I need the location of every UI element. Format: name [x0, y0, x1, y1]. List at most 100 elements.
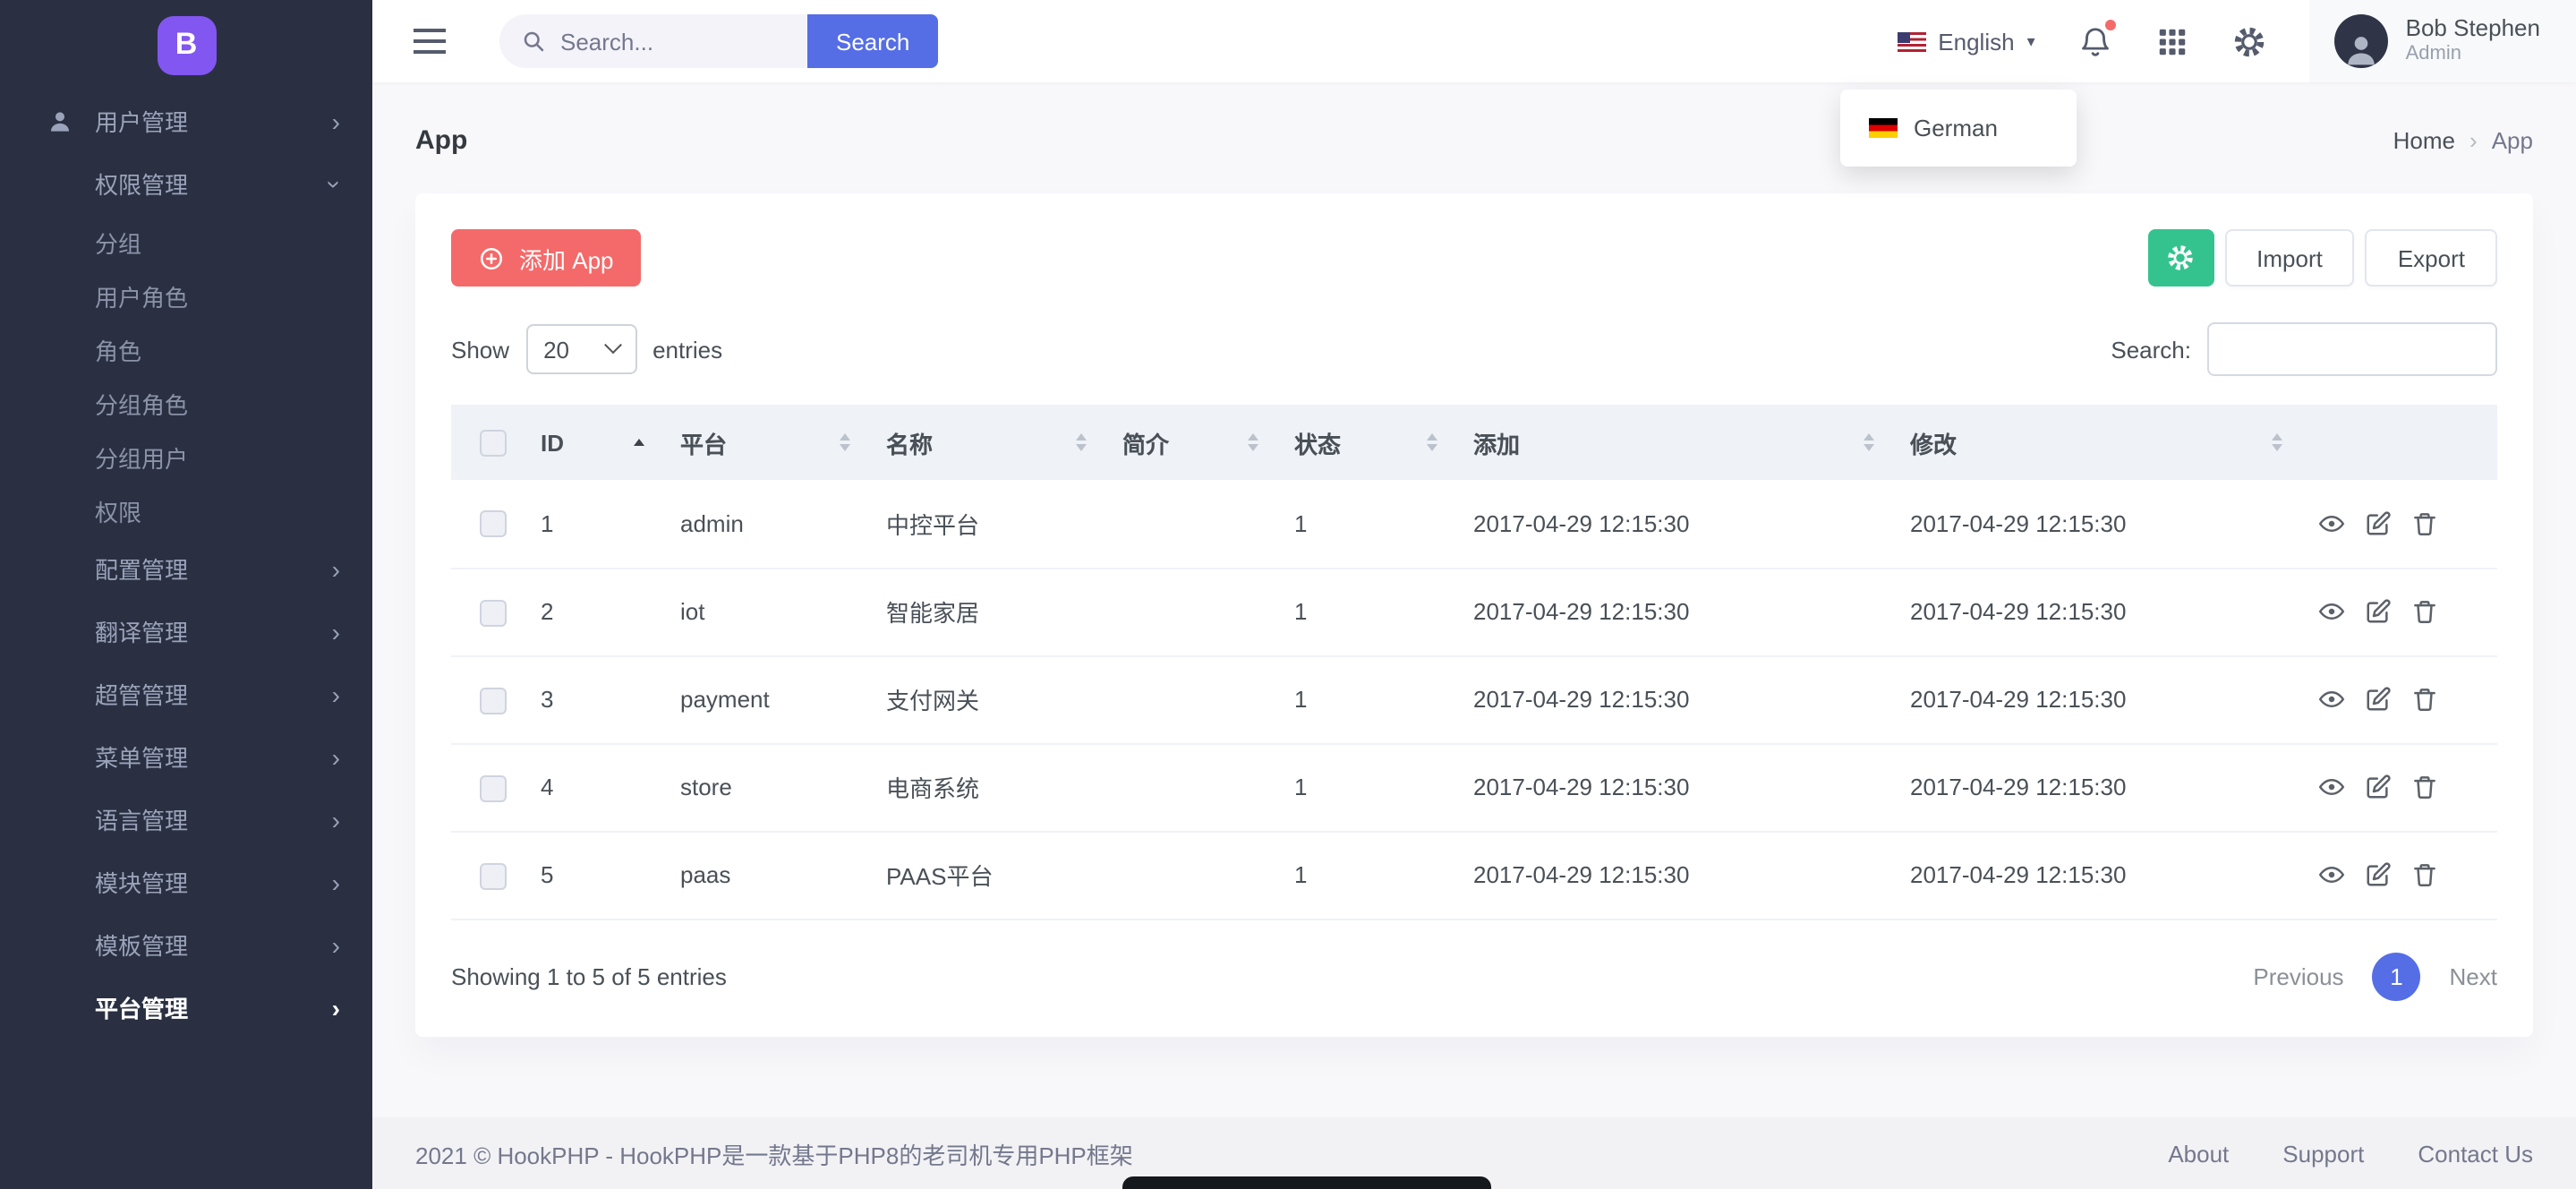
delete-icon[interactable]: [2411, 510, 2438, 537]
delete-icon[interactable]: [2411, 861, 2438, 888]
search-icon: [521, 29, 546, 54]
sort-icon: [1853, 433, 1874, 451]
sidebar-item-user-mgmt[interactable]: 用户管理 ›: [0, 90, 372, 152]
pagination-page-1[interactable]: 1: [2373, 952, 2421, 1000]
view-icon[interactable]: [2318, 598, 2345, 625]
edit-icon[interactable]: [2365, 686, 2392, 713]
column-header-name[interactable]: 名称: [868, 405, 1105, 480]
footer-link-about[interactable]: About: [2168, 1140, 2229, 1167]
cell-status: 1: [1276, 655, 1455, 743]
edit-icon[interactable]: [2365, 598, 2392, 625]
view-icon[interactable]: [2318, 861, 2345, 888]
sidebar-item-label: 模块管理: [95, 865, 188, 899]
chevron-down-icon: ›: [323, 179, 348, 187]
select-all-checkbox[interactable]: [480, 430, 507, 457]
cell-status: 1: [1276, 568, 1455, 655]
card-toolbar: 添加 App Import Export: [451, 229, 2497, 287]
edit-icon[interactable]: [2365, 510, 2392, 537]
column-header-modified[interactable]: 修改: [1892, 405, 2300, 480]
column-header-platform[interactable]: 平台: [662, 405, 868, 480]
sidebar-item-label: 翻译管理: [95, 614, 188, 648]
apps-grid-icon[interactable]: [2155, 24, 2189, 58]
sidebar-item-module-mgmt[interactable]: 模块管理›: [0, 851, 372, 913]
hamburger-menu-icon[interactable]: [414, 29, 446, 54]
sidebar-item-label: 角色: [95, 332, 141, 366]
row-checkbox[interactable]: [480, 687, 507, 714]
notification-bell-icon[interactable]: [2078, 24, 2112, 58]
sidebar-item-group-users[interactable]: 分组用户: [0, 430, 372, 483]
column-header-status[interactable]: 状态: [1276, 405, 1455, 480]
column-header-intro[interactable]: 简介: [1105, 405, 1276, 480]
table-search-input[interactable]: [2207, 322, 2497, 376]
sidebar-item-menu-mgmt[interactable]: 菜单管理›: [0, 725, 372, 788]
cell-platform: payment: [662, 655, 868, 743]
cell-status: 1: [1276, 480, 1455, 568]
row-checkbox[interactable]: [480, 511, 507, 538]
column-header-id[interactable]: ID: [523, 405, 662, 480]
footer-link-contact[interactable]: Contact Us: [2418, 1140, 2533, 1167]
top-header: Search English ▾ Bob Stephen: [372, 0, 2576, 82]
sidebar-item-template-mgmt[interactable]: 模板管理›: [0, 913, 372, 976]
search-button[interactable]: Search: [807, 14, 938, 68]
language-option-german[interactable]: German: [1840, 102, 2077, 154]
user-name: Bob Stephen: [2406, 14, 2540, 44]
settings-gear-icon[interactable]: [2232, 24, 2266, 58]
cell-intro: [1105, 831, 1276, 919]
sidebar-item-language-mgmt[interactable]: 语言管理›: [0, 788, 372, 851]
sidebar-item-config-mgmt[interactable]: 配置管理›: [0, 537, 372, 600]
breadcrumb-home[interactable]: Home: [2393, 127, 2455, 154]
logo[interactable]: B: [0, 0, 372, 90]
user-menu[interactable]: Bob Stephen Admin: [2309, 0, 2576, 82]
table-header-row: ID 平台 名称 简介 状态 添加 修改: [451, 405, 2497, 480]
row-checkbox[interactable]: [480, 774, 507, 801]
import-button[interactable]: Import: [2224, 229, 2355, 287]
cell-intro: [1105, 743, 1276, 831]
edit-icon[interactable]: [2365, 774, 2392, 800]
delete-icon[interactable]: [2411, 686, 2438, 713]
export-button[interactable]: Export: [2366, 229, 2497, 287]
language-selector[interactable]: English ▾: [1897, 28, 2034, 55]
sidebar-item-group-roles[interactable]: 分组角色: [0, 376, 372, 430]
sort-icon: [1065, 433, 1087, 451]
pagination-previous[interactable]: Previous: [2253, 962, 2343, 989]
sidebar-item-superadmin-mgmt[interactable]: 超管管理›: [0, 663, 372, 725]
page-size-select[interactable]: 20: [525, 324, 636, 374]
sidebar-item-groups[interactable]: 分组: [0, 215, 372, 269]
sidebar-item-translation-mgmt[interactable]: 翻译管理›: [0, 600, 372, 663]
sidebar-item-user-roles[interactable]: 用户角色: [0, 269, 372, 322]
user-role: Admin: [2406, 44, 2540, 69]
notification-dot: [2105, 19, 2116, 30]
cell-added: 2017-04-29 12:15:30: [1455, 655, 1892, 743]
cell-added: 2017-04-29 12:15:30: [1455, 568, 1892, 655]
view-icon[interactable]: [2318, 510, 2345, 537]
copyright-text: 2021 © HookPHP - HookPHP是一款基于PHP8的老司机专用P…: [415, 1136, 1133, 1170]
cell-id: 3: [523, 655, 662, 743]
sidebar-item-label: 模板管理: [95, 928, 188, 962]
sort-icon: [1237, 433, 1258, 451]
edit-icon[interactable]: [2365, 861, 2392, 888]
footer-link-support[interactable]: Support: [2282, 1140, 2364, 1167]
column-header-added[interactable]: 添加: [1455, 405, 1892, 480]
view-icon[interactable]: [2318, 686, 2345, 713]
caret-down-icon: ▾: [2027, 31, 2035, 51]
language-label: English: [1938, 28, 2014, 55]
view-icon[interactable]: [2318, 774, 2345, 800]
logo-badge: B: [157, 15, 216, 74]
row-checkbox[interactable]: [480, 599, 507, 626]
table-settings-button[interactable]: [2147, 229, 2213, 287]
add-app-button[interactable]: 添加 App: [451, 229, 641, 287]
table-row: 3 payment 支付网关 1 2017-04-29 12:15:30 201…: [451, 655, 2497, 743]
delete-icon[interactable]: [2411, 774, 2438, 800]
delete-icon[interactable]: [2411, 598, 2438, 625]
page-size-value: 20: [543, 336, 569, 363]
sidebar-item-platform-mgmt[interactable]: 平台管理›: [0, 976, 372, 1039]
sidebar-item-permissions[interactable]: 权限: [0, 483, 372, 537]
pagination-next[interactable]: Next: [2450, 962, 2497, 989]
table-row: 4 store 电商系统 1 2017-04-29 12:15:30 2017-…: [451, 743, 2497, 831]
sidebar-item-permission-mgmt[interactable]: 权限管理 ›: [0, 152, 372, 215]
sidebar-item-roles[interactable]: 角色: [0, 322, 372, 376]
entries-summary: Showing 1 to 5 of 5 entries: [451, 962, 727, 989]
breadcrumb-current: App: [2492, 127, 2533, 154]
row-checkbox[interactable]: [480, 862, 507, 889]
sidebar: B 用户管理 › 权限管理 › 分组 用户角色 角色 分组角色 分组用户 权限 …: [0, 0, 372, 1189]
